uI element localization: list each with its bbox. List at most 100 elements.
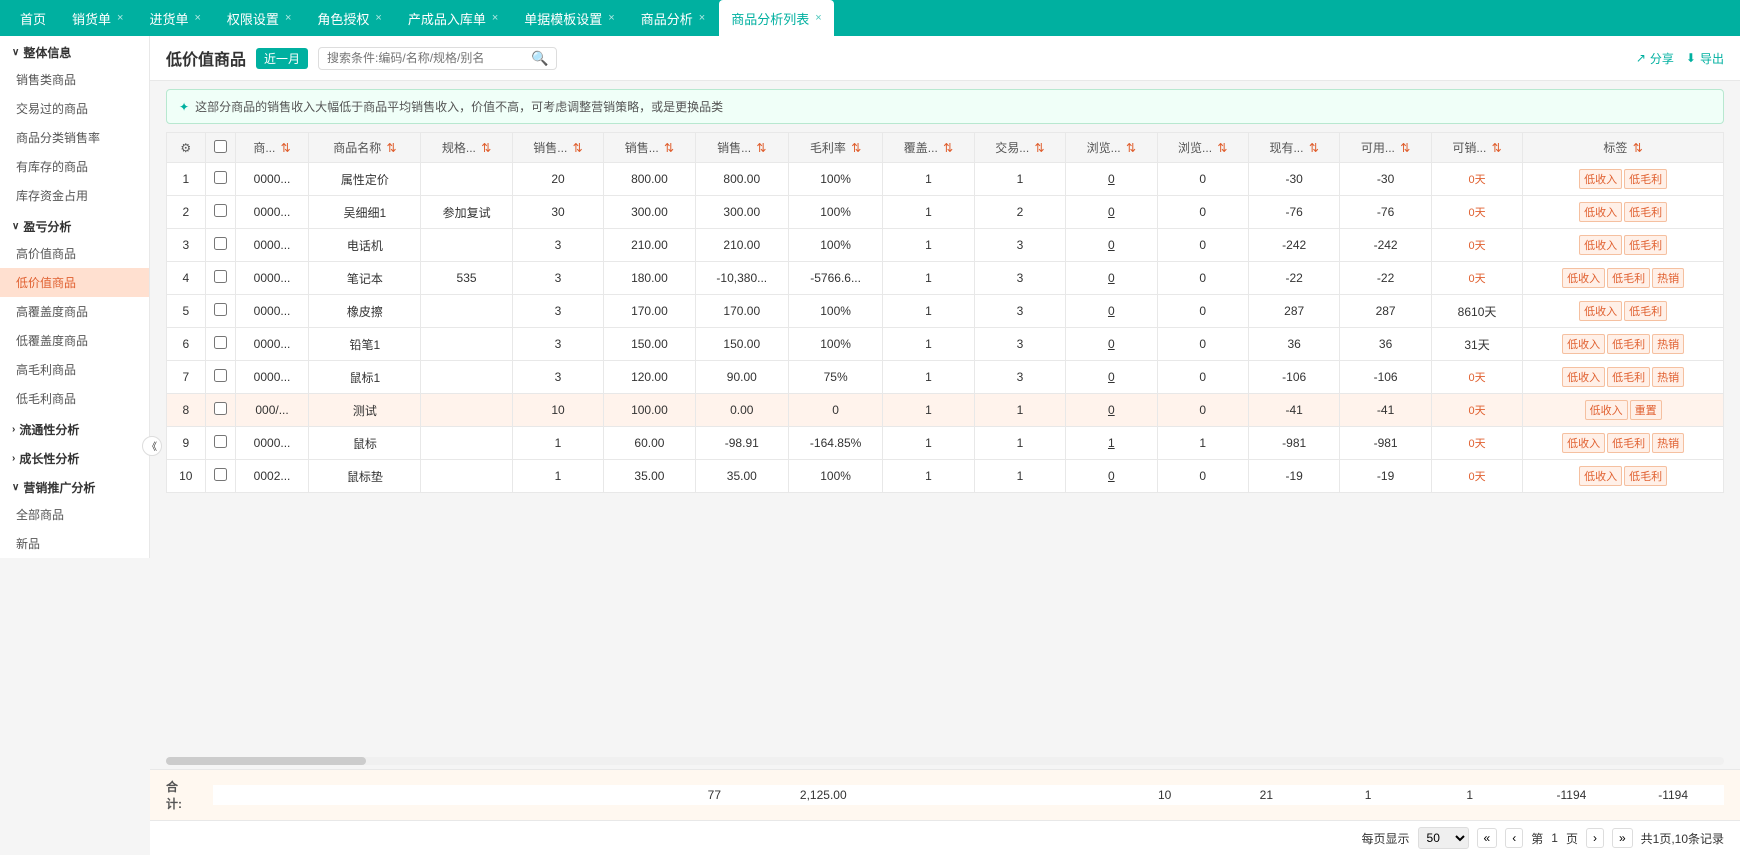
row-checkbox[interactable] (214, 303, 227, 316)
search-icon[interactable]: 🔍 (531, 50, 548, 67)
sidebar-section-marketing[interactable]: ∨ 营销推广分析 (0, 471, 149, 500)
row-checkbox[interactable] (214, 237, 227, 250)
row-checkbox-cell[interactable] (205, 196, 235, 229)
th-settings[interactable]: ⚙ (167, 133, 206, 163)
sidebar-item-category-rate[interactable]: 商品分类销售率 (0, 123, 149, 152)
th-sales2[interactable]: 销售... ⇅ (695, 133, 788, 163)
row-checkbox[interactable] (214, 369, 227, 382)
sidebar-section-liquidity[interactable]: › 流通性分析 (0, 413, 149, 442)
browse-link[interactable]: 0 (1108, 304, 1115, 318)
row-browse2: 0 (1157, 361, 1248, 394)
nav-product-analysis-list[interactable]: 商品分析列表 × (719, 0, 833, 36)
browse-link[interactable]: 0 (1108, 238, 1115, 252)
nav-product-analysis[interactable]: 商品分析 × (629, 0, 717, 36)
total-trade: 21 (1216, 785, 1318, 805)
row-checkbox-cell[interactable] (205, 295, 235, 328)
sidebar-section-overall[interactable]: ∨ 整体信息 (0, 36, 149, 65)
browse-link[interactable]: 0 (1108, 469, 1115, 483)
th-code[interactable]: 商... ⇅ (235, 133, 309, 163)
sidebar-item-low-margin[interactable]: 低毛利商品 (0, 384, 149, 413)
last-page-btn[interactable]: » (1612, 828, 1633, 848)
nav-sales[interactable]: 销货单 × (60, 0, 135, 36)
nav-product-inbound[interactable]: 产成品入库单 × (396, 0, 510, 36)
row-checkbox[interactable] (214, 270, 227, 283)
nav-home[interactable]: 首页 (8, 0, 58, 36)
nav-role-close[interactable]: × (375, 12, 381, 24)
next-page-btn[interactable]: › (1586, 828, 1604, 848)
nav-permission[interactable]: 权限设置 × (215, 0, 303, 36)
row-checkbox[interactable] (214, 171, 227, 184)
row-checkbox-cell[interactable] (205, 163, 235, 196)
th-browse2[interactable]: 浏览... ⇅ (1157, 133, 1248, 163)
nav-role[interactable]: 角色授权 × (305, 0, 393, 36)
row-checkbox-cell[interactable] (205, 394, 235, 427)
th-browse1[interactable]: 浏览... ⇅ (1066, 133, 1157, 163)
nav-analysis-close[interactable]: × (699, 12, 705, 24)
nav-purchase-close[interactable]: × (194, 12, 200, 24)
time-tag-btn[interactable]: 近一月 (256, 48, 308, 69)
nav-analysis-list-close[interactable]: × (815, 12, 821, 24)
sidebar-item-stock-products[interactable]: 有库存的商品 (0, 152, 149, 181)
th-stock[interactable]: 现有... ⇅ (1248, 133, 1339, 163)
nav-purchase[interactable]: 进货单 × (137, 0, 212, 36)
th-trade[interactable]: 交易... ⇅ (974, 133, 1065, 163)
nav-product-close[interactable]: × (492, 12, 498, 24)
nav-permission-close[interactable]: × (285, 12, 291, 24)
browse-link[interactable]: 0 (1108, 403, 1115, 417)
sidebar-collapse-btn[interactable]: 《 (142, 436, 162, 456)
first-page-btn[interactable]: « (1477, 828, 1498, 848)
th-cover[interactable]: 覆盖... ⇅ (883, 133, 974, 163)
sidebar-item-low-value[interactable]: 低价值商品 (0, 268, 149, 297)
row-cover: 1 (883, 361, 974, 394)
row-checkbox-cell[interactable] (205, 328, 235, 361)
row-checkbox-cell[interactable] (205, 229, 235, 262)
browse-link[interactable]: 0 (1108, 370, 1115, 384)
browse-link[interactable]: 1 (1108, 436, 1115, 450)
sidebar-section-profit[interactable]: ∨ 盈亏分析 (0, 210, 149, 239)
row-checkbox-cell[interactable] (205, 427, 235, 460)
th-qty[interactable]: 销售... ⇅ (512, 133, 603, 163)
row-checkbox-cell[interactable] (205, 460, 235, 493)
export-btn[interactable]: ⬇ 导出 (1686, 50, 1724, 67)
sidebar-item-high-value[interactable]: 高价值商品 (0, 239, 149, 268)
th-spec[interactable]: 规格... ⇅ (421, 133, 512, 163)
nav-template[interactable]: 单据模板设置 × (512, 0, 626, 36)
row-checkbox-cell[interactable] (205, 361, 235, 394)
sidebar-item-all-products[interactable]: 全部商品 (0, 500, 149, 529)
th-checkbox[interactable] (205, 133, 235, 163)
row-checkbox-cell[interactable] (205, 262, 235, 295)
prev-page-btn[interactable]: ‹ (1505, 828, 1523, 848)
select-all-checkbox[interactable] (214, 140, 227, 153)
row-tags: 低收入低毛利热销 (1523, 262, 1724, 295)
row-checkbox[interactable] (214, 435, 227, 448)
th-margin[interactable]: 毛利率 ⇅ (788, 133, 882, 163)
row-checkbox[interactable] (214, 336, 227, 349)
th-tags[interactable]: 标签 ⇅ (1523, 133, 1724, 163)
sidebar-item-capital[interactable]: 库存资金占用 (0, 181, 149, 210)
th-avail[interactable]: 可用... ⇅ (1340, 133, 1431, 163)
nav-sales-close[interactable]: × (117, 12, 123, 24)
browse-link[interactable]: 0 (1108, 271, 1115, 285)
row-checkbox[interactable] (214, 468, 227, 481)
sidebar-section-growth[interactable]: › 成长性分析 (0, 442, 149, 471)
row-checkbox[interactable] (214, 204, 227, 217)
per-page-select[interactable]: 50 100 200 (1418, 827, 1469, 849)
share-btn[interactable]: ↗ 分享 (1636, 50, 1674, 67)
search-input[interactable] (327, 51, 527, 65)
sidebar-item-low-coverage[interactable]: 低覆盖度商品 (0, 326, 149, 355)
th-name[interactable]: 商品名称 ⇅ (309, 133, 421, 163)
sidebar-item-new-products[interactable]: 新品 (0, 529, 149, 558)
browse-link[interactable]: 0 (1108, 205, 1115, 219)
th-sales1[interactable]: 销售... ⇅ (604, 133, 695, 163)
sidebar-item-high-margin[interactable]: 高毛利商品 (0, 355, 149, 384)
sidebar-item-high-coverage[interactable]: 高覆盖度商品 (0, 297, 149, 326)
sidebar-item-traded[interactable]: 交易过的商品 (0, 94, 149, 123)
browse-link[interactable]: 0 (1108, 337, 1115, 351)
row-checkbox[interactable] (214, 402, 227, 415)
sidebar-item-sales-products[interactable]: 销售类商品 (0, 65, 149, 94)
nav-template-close[interactable]: × (608, 12, 614, 24)
horizontal-scrollbar[interactable] (166, 757, 1724, 765)
th-saleable[interactable]: 可销... ⇅ (1431, 133, 1522, 163)
browse-link[interactable]: 0 (1108, 172, 1115, 186)
scroll-thumb[interactable] (166, 757, 366, 765)
